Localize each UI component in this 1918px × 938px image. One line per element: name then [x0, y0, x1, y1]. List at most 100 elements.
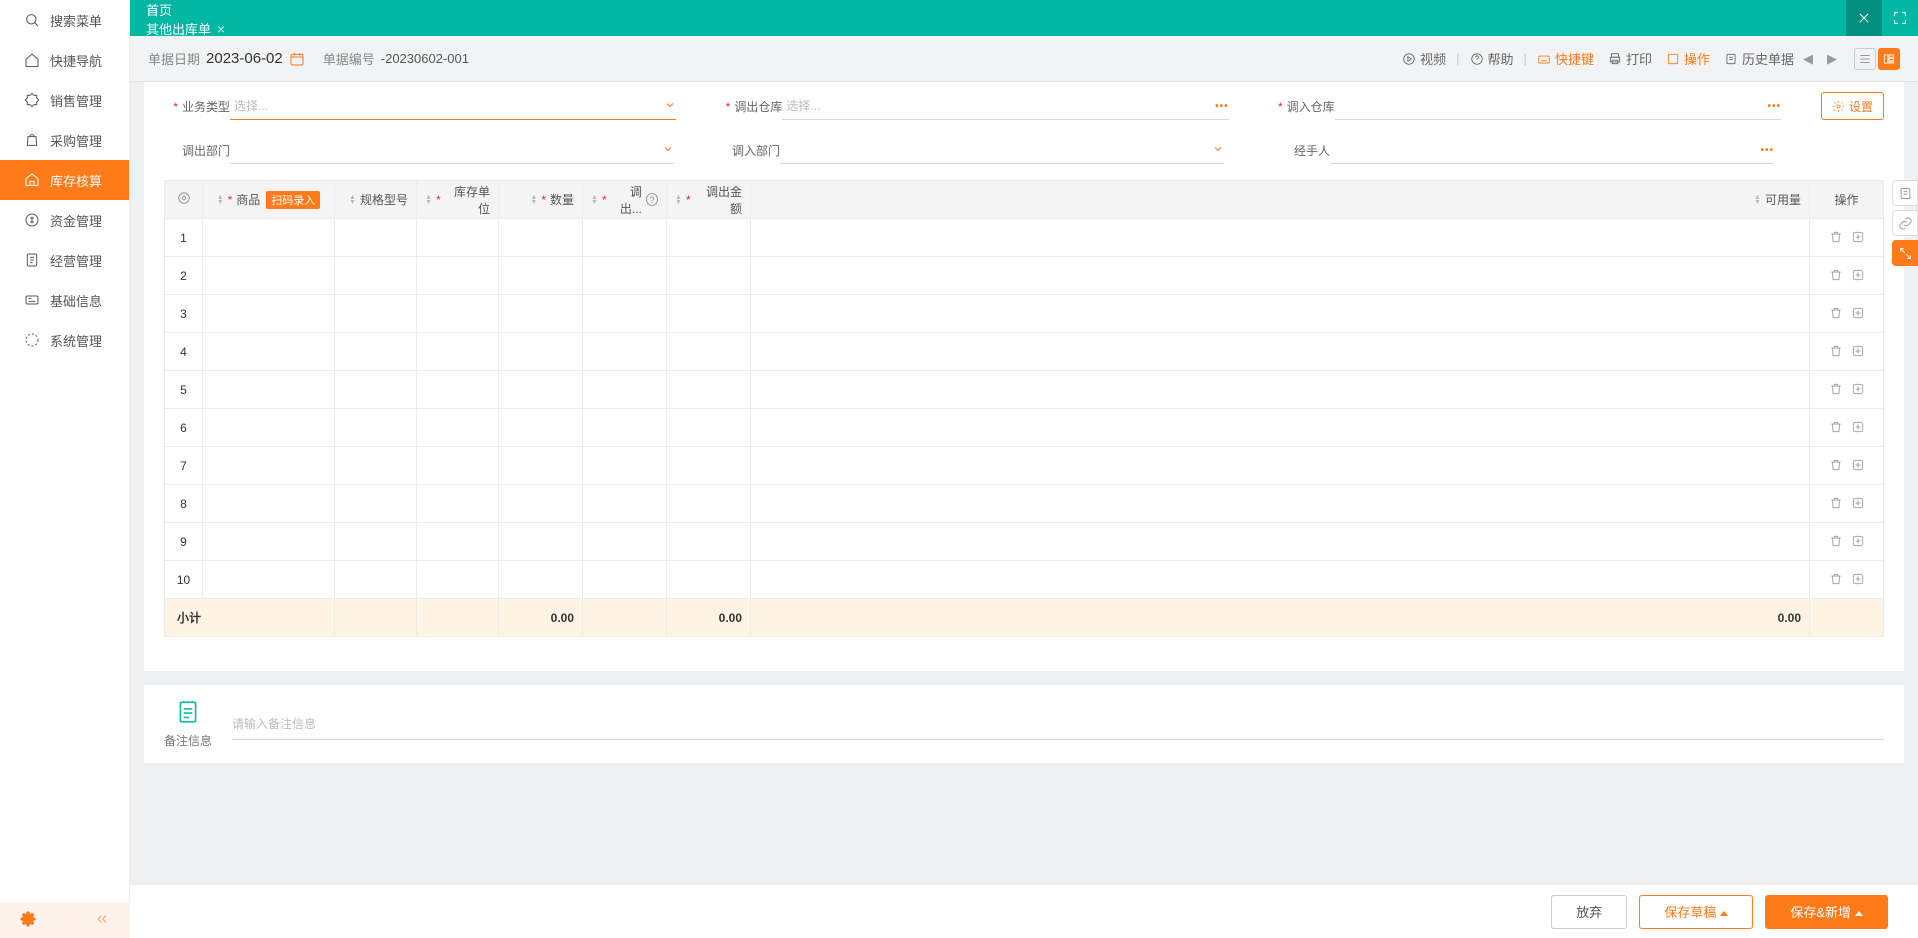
save-draft-button[interactable]: 保存草稿 [1639, 895, 1753, 929]
sidebar-item-3[interactable]: 采购管理 [0, 120, 129, 160]
table-row[interactable]: 1 [165, 219, 1884, 257]
card-icon [24, 292, 40, 308]
out-dept-field: 调出部门 [164, 136, 674, 164]
sidebar-item-label: 基础信息 [50, 291, 102, 310]
tool-link-icon[interactable] [1892, 210, 1918, 236]
tool-doc-icon[interactable] [1892, 180, 1918, 206]
table-row[interactable]: 2 [165, 257, 1884, 295]
more-icon[interactable]: ••• [1767, 101, 1781, 112]
operate-link[interactable]: 操作 [1666, 49, 1710, 68]
more-icon[interactable]: ••• [1215, 101, 1229, 112]
view-list-icon[interactable] [1854, 48, 1876, 70]
table-row[interactable]: 5 [165, 371, 1884, 409]
out-store-input[interactable] [782, 92, 1228, 120]
sidebar-item-4[interactable]: 库存核算 [0, 160, 129, 200]
add-row-icon[interactable] [1849, 342, 1867, 360]
delete-icon[interactable] [1827, 304, 1845, 322]
history-link[interactable]: 历史单据 [1724, 49, 1794, 68]
delete-icon[interactable] [1827, 494, 1845, 512]
business-type-input[interactable] [230, 92, 676, 120]
scan-tag[interactable]: 扫码录入 [266, 191, 320, 209]
subtotal-row: 小计0.000.000.00 [165, 599, 1884, 637]
collapse-icon[interactable] [94, 911, 110, 930]
table-row[interactable]: 7 [165, 447, 1884, 485]
video-link[interactable]: 视频 [1402, 49, 1446, 68]
help-link[interactable]: 帮助 [1470, 49, 1514, 68]
sidebar-item-7[interactable]: 基础信息 [0, 280, 129, 320]
sidebar-item-8[interactable]: 系统管理 [0, 320, 129, 360]
next-arrow[interactable]: ▶ [1822, 49, 1842, 69]
add-row-icon[interactable] [1849, 380, 1867, 398]
close-tab-button[interactable] [1846, 0, 1882, 36]
col-unit[interactable]: *库存单位 [417, 181, 499, 219]
tab-0[interactable]: 首页 [130, 0, 241, 19]
note-icon [175, 699, 201, 728]
docno-value: -20230602-001 [381, 51, 469, 66]
sidebar-item-5[interactable]: 资金管理 [0, 200, 129, 240]
delete-icon[interactable] [1827, 266, 1845, 284]
save-new-button[interactable]: 保存&新增 [1765, 895, 1888, 929]
remark-input[interactable] [232, 708, 1884, 740]
add-row-icon[interactable] [1849, 418, 1867, 436]
in-store-field: *调入仓库 ••• [1269, 92, 1781, 120]
col-gear[interactable] [165, 181, 203, 219]
print-link[interactable]: 打印 [1608, 49, 1652, 68]
add-row-icon[interactable] [1849, 228, 1867, 246]
date-value[interactable]: 2023-06-02 [206, 50, 283, 67]
handler-input[interactable] [1330, 136, 1774, 164]
in-dept-input[interactable] [780, 136, 1224, 164]
discard-button[interactable]: 放弃 [1551, 895, 1627, 929]
delete-icon[interactable] [1827, 418, 1845, 436]
fullscreen-button[interactable] [1882, 0, 1918, 36]
add-row-icon[interactable] [1849, 570, 1867, 588]
info-icon[interactable]: ? [646, 193, 658, 206]
sidebar-item-0[interactable]: 搜索菜单 [0, 0, 129, 40]
more-icon[interactable]: ••• [1760, 145, 1774, 156]
view-grid-icon[interactable] [1878, 48, 1900, 70]
search-icon [24, 12, 40, 28]
col-spec[interactable]: 规格型号 [335, 181, 417, 219]
gear-icon[interactable] [20, 911, 36, 930]
table-row[interactable]: 3 [165, 295, 1884, 333]
sidebar-item-1[interactable]: 快捷导航 [0, 40, 129, 80]
add-row-icon[interactable] [1849, 532, 1867, 550]
sidebar-item-6[interactable]: 经营管理 [0, 240, 129, 280]
handler-field: 经手人 ••• [1264, 136, 1774, 164]
delete-icon[interactable] [1827, 532, 1845, 550]
chevron-down-icon[interactable] [662, 143, 674, 158]
prev-arrow[interactable]: ◀ [1798, 49, 1818, 69]
table-row[interactable]: 8 [165, 485, 1884, 523]
add-row-icon[interactable] [1849, 494, 1867, 512]
badge-icon [24, 92, 40, 108]
table-row[interactable]: 10 [165, 561, 1884, 599]
table-row[interactable]: 9 [165, 523, 1884, 561]
table-row[interactable]: 4 [165, 333, 1884, 371]
add-row-icon[interactable] [1849, 304, 1867, 322]
bag-icon [24, 132, 40, 148]
col-available[interactable]: 可用量 [751, 181, 1810, 219]
col-qty[interactable]: *数量 [499, 181, 583, 219]
chevron-down-icon[interactable] [664, 99, 676, 114]
col-outamount[interactable]: *调出金额 [667, 181, 751, 219]
calendar-icon[interactable] [289, 51, 305, 67]
delete-icon[interactable] [1827, 570, 1845, 588]
delete-icon[interactable] [1827, 342, 1845, 360]
sidebar-item-2[interactable]: 销售管理 [0, 80, 129, 120]
col-outx[interactable]: *调出...? [583, 181, 667, 219]
out-dept-input[interactable] [230, 136, 674, 164]
delete-icon[interactable] [1827, 228, 1845, 246]
settings-button[interactable]: 设置 [1821, 92, 1884, 120]
add-row-icon[interactable] [1849, 266, 1867, 284]
add-row-icon[interactable] [1849, 456, 1867, 474]
col-product[interactable]: *商品扫码录入 [203, 181, 335, 219]
chevron-down-icon[interactable] [1212, 143, 1224, 158]
in-store-input[interactable] [1335, 92, 1781, 120]
doc-icon [24, 252, 40, 268]
tool-expand-icon[interactable] [1892, 240, 1918, 266]
shortcut-link[interactable]: 快捷键 [1537, 49, 1594, 68]
close-icon[interactable]: × [217, 21, 225, 37]
table-row[interactable]: 6 [165, 409, 1884, 447]
document-header: 单据日期 2023-06-02 单据编号 -20230602-001 视频 | … [130, 36, 1918, 82]
delete-icon[interactable] [1827, 380, 1845, 398]
delete-icon[interactable] [1827, 456, 1845, 474]
